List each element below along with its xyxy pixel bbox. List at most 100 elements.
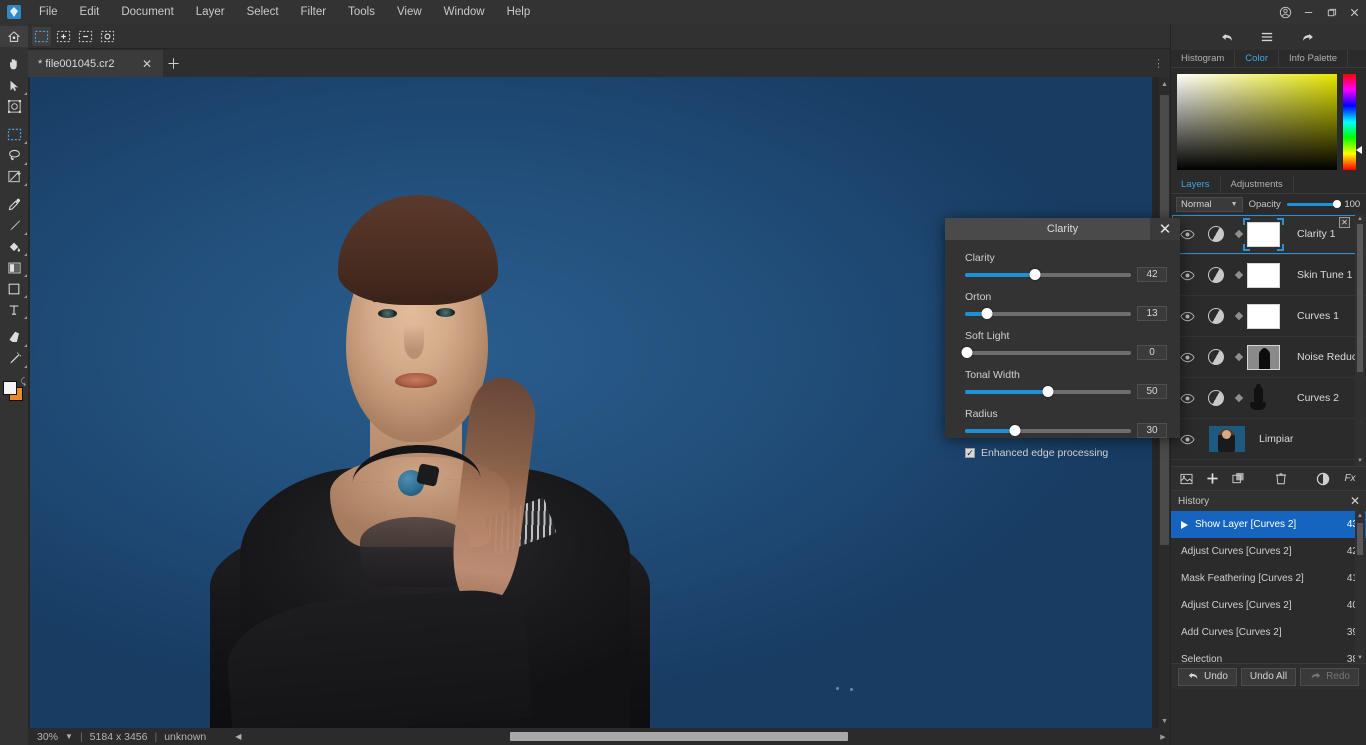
minimize-button[interactable] [1297, 0, 1320, 24]
layer-name[interactable]: Curves 2 [1291, 392, 1339, 404]
history-scroll-up-icon[interactable]: ▲ [1355, 511, 1365, 521]
tonal-width-slider-value[interactable]: 50 [1137, 384, 1167, 399]
blend-mode-select[interactable]: Normal ▼ [1176, 196, 1243, 212]
layer-thumbnail[interactable] [1247, 262, 1280, 288]
close-tab-icon[interactable]: ✕ [138, 57, 156, 71]
horizontal-scroll-thumb[interactable] [510, 732, 848, 741]
maximize-button[interactable] [1320, 0, 1343, 24]
move-tool-icon[interactable] [0, 75, 28, 96]
layer-thumbnail-cell[interactable] [1247, 303, 1291, 329]
zoom-level[interactable]: 30% [37, 731, 58, 743]
layer-name[interactable]: Skin Tune 1 [1291, 269, 1352, 281]
radius-slider-value[interactable]: 30 [1137, 423, 1167, 438]
clarity-slider-value[interactable]: 42 [1137, 267, 1167, 282]
menu-document[interactable]: Document [110, 0, 184, 24]
soft-light-slider-track[interactable] [961, 347, 1131, 358]
clarity-slider-track[interactable] [965, 269, 1131, 280]
layer-thumbnail-cell[interactable] [1247, 344, 1291, 370]
history-scroll-thumb[interactable] [1357, 523, 1363, 555]
magic-wand-tool-icon[interactable] [0, 166, 28, 187]
opacity-slider[interactable] [1286, 199, 1342, 208]
undo-arrow-icon[interactable] [1220, 31, 1238, 44]
lasso-tool-icon[interactable] [0, 145, 28, 166]
orton-slider-value[interactable]: 13 [1137, 306, 1167, 321]
layer-thumbnail-cell[interactable] [1247, 262, 1291, 288]
history-list[interactable]: Show Layer [Curves 2] 43 Adjust Curves [… [1171, 511, 1366, 663]
soft-light-slider-value[interactable]: 0 [1137, 345, 1167, 360]
layer-list[interactable]: Clarity 1 ✕ Skin Tune 1 Curves 1 Noise R… [1171, 214, 1366, 466]
color-swatches[interactable]: ⤹ [0, 375, 28, 409]
delete-layer-icon[interactable] [1274, 472, 1288, 485]
soft-light-slider[interactable]: 0 [961, 345, 1167, 360]
layer-thumbnail-cell[interactable] [1201, 426, 1253, 452]
undo-button[interactable]: Undo [1177, 667, 1237, 686]
adjustment-layer-icon[interactable] [1316, 472, 1330, 486]
layer-link-icon[interactable] [1231, 352, 1247, 362]
tab-layers[interactable]: Layers [1171, 176, 1221, 193]
add-to-selection-icon[interactable] [54, 27, 73, 46]
hue-strip-marker[interactable] [1356, 146, 1362, 154]
clone-stamp-tool-icon[interactable] [0, 348, 28, 369]
scroll-left-arrow-icon[interactable]: ◀ [235, 732, 241, 741]
menu-file[interactable]: File [28, 0, 69, 24]
eraser-tool-icon[interactable] [0, 327, 28, 348]
menu-view[interactable]: View [386, 0, 433, 24]
home-icon[interactable] [0, 26, 28, 47]
tonal-width-slider-track[interactable] [965, 386, 1131, 397]
document-tab[interactable]: * file001045.cr2 ✕ [28, 50, 163, 77]
tonal-width-slider[interactable]: 50 [965, 384, 1167, 399]
layer-scroll-down-icon[interactable]: ▼ [1355, 456, 1365, 466]
layer-link-icon[interactable] [1231, 229, 1247, 239]
layer-effects-icon[interactable]: Fx [1342, 473, 1358, 484]
enhanced-edge-processing-checkbox-box[interactable]: ✓ [965, 448, 975, 458]
account-icon[interactable] [1274, 0, 1297, 24]
gradient-tool-icon[interactable] [0, 257, 28, 278]
layer-row-curves-1[interactable]: Curves 1 [1171, 296, 1366, 337]
radius-slider[interactable]: 30 [965, 423, 1167, 438]
close-history-icon[interactable]: ✕ [1350, 494, 1360, 508]
layer-scroll-thumb[interactable] [1357, 224, 1363, 372]
menu-window[interactable]: Window [433, 0, 496, 24]
close-dialog-icon[interactable]: ✕ [1150, 218, 1180, 240]
scroll-right-arrow-icon[interactable]: ▶ [1156, 728, 1170, 745]
tab-color[interactable]: Color [1235, 50, 1279, 67]
history-scroll-down-icon[interactable]: ▼ [1355, 653, 1365, 663]
duplicate-layer-icon[interactable] [1231, 472, 1245, 485]
tab-info-palette[interactable]: Info Palette [1279, 50, 1349, 67]
tab-histogram[interactable]: Histogram [1171, 50, 1236, 67]
radius-slider-track[interactable] [965, 425, 1131, 436]
remove-layer-icon[interactable]: ✕ [1339, 217, 1350, 228]
menu-tools[interactable]: Tools [337, 0, 386, 24]
layer-scroll-up-icon[interactable]: ▲ [1355, 214, 1365, 224]
menu-select[interactable]: Select [236, 0, 290, 24]
add-mask-icon[interactable] [1179, 473, 1193, 485]
layer-name[interactable]: Limpiar [1253, 433, 1293, 445]
layer-link-icon[interactable] [1231, 270, 1247, 280]
menu-layer[interactable]: Layer [185, 0, 236, 24]
history-scrollbar[interactable]: ▲ ▼ [1355, 511, 1365, 663]
history-row[interactable]: Mask Feathering [Curves 2] 41 [1171, 565, 1366, 592]
layer-row-skin-tune-1[interactable]: Skin Tune 1 [1171, 255, 1366, 296]
hue-strip[interactable] [1343, 74, 1362, 170]
clarity-slider[interactable]: 42 [965, 267, 1167, 282]
layer-list-scrollbar[interactable]: ▲ ▼ [1355, 214, 1365, 466]
tab-adjustments[interactable]: Adjustments [1221, 176, 1294, 193]
orton-slider-track[interactable] [965, 308, 1131, 319]
foreground-color-swatch[interactable] [3, 381, 17, 395]
close-button[interactable] [1343, 0, 1366, 24]
layer-mask-thumbnail[interactable] [1247, 344, 1280, 370]
text-tool-icon[interactable] [0, 299, 28, 320]
menu-filter[interactable]: Filter [290, 0, 338, 24]
eyedropper-tool-icon[interactable] [0, 194, 28, 215]
orton-slider[interactable]: 13 [965, 306, 1167, 321]
hand-tool-icon[interactable] [0, 54, 28, 75]
layer-mask-thumbnail[interactable] [1247, 384, 1269, 412]
history-row[interactable]: Selection 38 [1171, 646, 1366, 663]
enhanced-edge-processing-checkbox[interactable]: ✓ Enhanced edge processing [965, 447, 1167, 459]
layer-link-icon[interactable] [1231, 393, 1247, 403]
history-row[interactable]: Adjust Curves [Curves 2] 42 [1171, 538, 1366, 565]
menu-edit[interactable]: Edit [69, 0, 111, 24]
undo-all-button[interactable]: Undo All [1240, 667, 1297, 686]
scroll-down-arrow-icon[interactable]: ▼ [1158, 714, 1170, 728]
chevron-down-icon[interactable]: ▼ [1231, 201, 1238, 208]
